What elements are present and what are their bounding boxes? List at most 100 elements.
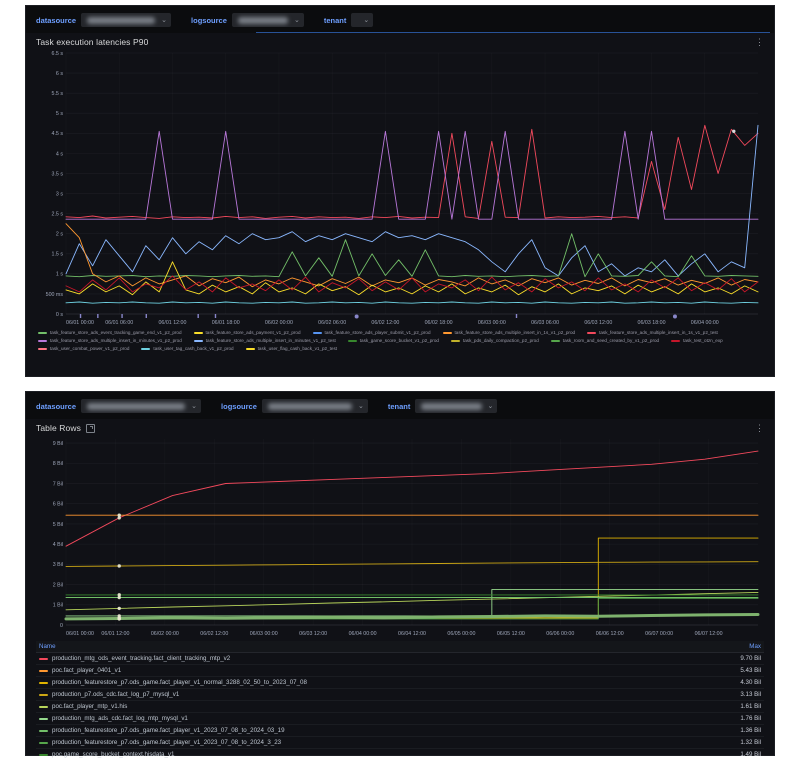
grid-lines	[65, 52, 758, 315]
series-max-value: 4.30 Bil	[740, 679, 761, 686]
table-row[interactable]: production_featurestore_p7.ods_game.fact…	[36, 677, 764, 689]
svg-text:06/01 06:00: 06/01 06:00	[105, 320, 133, 326]
legend-color-dash	[312, 331, 322, 334]
legend-color-dash	[38, 347, 47, 350]
legend-item[interactable]: task_feature_store_ads_event_tracking_ga…	[38, 330, 182, 335]
table-row[interactable]: poc.fact_player_0401_v1 5.43 Bil	[36, 665, 764, 677]
table-row[interactable]: production_mtg_ods_event_tracking.fact_c…	[36, 653, 764, 665]
table-row[interactable]: production_mtg_ads_cdc.fact_log_mtp_mysq…	[36, 713, 764, 725]
legend-item[interactable]: task_test_otzn_exp	[671, 338, 723, 343]
series-table-header: Name Max	[36, 641, 764, 653]
legend-label: task_user_flag_cash_back_v1_p2_test	[257, 346, 338, 351]
filter-label: logsource	[191, 15, 227, 25]
legend-label: task_user_tag_cash_back_v1_p2_prod	[153, 346, 234, 351]
svg-text:06/05 12:00: 06/05 12:00	[497, 631, 525, 637]
redacted-text	[87, 402, 186, 410]
divider-accent	[256, 32, 770, 33]
column-header-name[interactable]: Name	[39, 643, 56, 650]
filter-value-redacted[interactable]: ⌄	[261, 399, 368, 413]
svg-text:06/02 06:00: 06/02 06:00	[318, 320, 346, 326]
filter-value-redacted[interactable]: ⌄	[81, 399, 202, 413]
table-row[interactable]: production_p7.ods_cdc.fact_log_p7_mysql_…	[36, 689, 764, 701]
svg-text:06/04 00:00: 06/04 00:00	[691, 320, 719, 326]
legend-label: task_room_and_seed_created_by_v1_p2_prod	[562, 338, 660, 343]
svg-text:06/02 00:00: 06/02 00:00	[151, 631, 179, 637]
series-name: production_mtg_ads_cdc.fact_log_mtp_mysq…	[52, 715, 188, 722]
series-name: poc.fact_player_0401_v1	[52, 667, 122, 674]
series-max-value: 5.43 Bil	[740, 667, 761, 674]
legend-item[interactable]: task_room_and_seed_created_by_v1_p2_prod	[550, 338, 660, 343]
filter-bar: datasource ⌄ logsource ⌄ tenant ⌄	[26, 392, 774, 419]
svg-text:6.5 s: 6.5 s	[52, 51, 64, 57]
svg-text:06/04 00:00: 06/04 00:00	[349, 631, 377, 637]
table-row[interactable]: poc.game_score_bucket_context.hisdata_v1…	[36, 749, 764, 758]
panel-menu-icon[interactable]: ⋮	[755, 37, 764, 47]
legend-color-dash	[450, 339, 460, 342]
svg-text:06/07 00:00: 06/07 00:00	[645, 631, 673, 637]
svg-text:4 Bil: 4 Bil	[53, 542, 63, 548]
legend-label: task_feature_store_ads_multiple_insert_i…	[454, 330, 576, 335]
svg-text:5 s: 5 s	[56, 111, 63, 117]
legend-item[interactable]: task_feature_store_ads_multiple_insert_i…	[442, 330, 576, 335]
legend-label: task_pds_daily_compaction_p2_prod	[462, 338, 539, 343]
series-name: production_featurestore_p7.ods_game.fact…	[52, 679, 307, 686]
filter-label: tenant	[323, 15, 347, 25]
legend-label: task_user_combat_power_v1_p2_prod	[50, 346, 130, 351]
latency-chart[interactable]: 0 s 500 ms 1 s 1.5 s 2 s 2.5 s 3 s 3.5 s 4 s 4.5 …	[36, 49, 762, 327]
filter-value-redacted[interactable]: ⌄	[351, 13, 374, 27]
legend-item[interactable]: task_feature_store_ads_payment_v1_p2_pro…	[193, 330, 301, 335]
legend-item[interactable]: task_feature_store_ads_player_submit_v1_…	[312, 330, 431, 335]
panel-title: Task execution latencies P90	[36, 37, 149, 47]
chevron-down-icon: ⌄	[191, 402, 198, 410]
series-name: production_p7.ods_cdc.fact_log_p7_mysql_…	[52, 691, 180, 698]
legend-label: task_feature_store_ads_multiple_insert_i…	[599, 330, 718, 335]
svg-text:06/03 06:00: 06/03 06:00	[531, 320, 559, 326]
legend-item[interactable]: task_game_score_bucket_v1_p2_prod	[347, 338, 439, 343]
series-color-dash	[39, 741, 48, 744]
series-name: production_mtg_ods_event_tracking.fact_c…	[52, 655, 231, 662]
svg-text:06/03 12:00: 06/03 12:00	[584, 320, 612, 326]
panel-link-icon[interactable]	[85, 423, 95, 433]
svg-text:06/03 00:00: 06/03 00:00	[478, 320, 506, 326]
svg-text:06/01 12:00: 06/01 12:00	[158, 320, 186, 326]
filter-group: logsource ⌄	[221, 399, 368, 413]
filter-value-redacted[interactable]: ⌄	[231, 13, 304, 27]
filter-value-redacted[interactable]: ⌄	[415, 399, 498, 413]
legend-item[interactable]: task_user_flag_cash_back_v1_p2_test	[245, 346, 338, 351]
svg-text:3 s: 3 s	[56, 191, 63, 197]
legend-item[interactable]: task_feature_store_ads_multiple_insert_i…	[587, 330, 718, 335]
svg-text:5.5 s: 5.5 s	[52, 91, 64, 97]
y-axis-labels: 0 s 500 ms 1 s 1.5 s 2 s 2.5 s 3 s 3.5 s 4 s 4.5 …	[46, 51, 64, 318]
filter-label: datasource	[36, 15, 77, 25]
series-table: Name Max production_mtg_ods_event_tracki…	[36, 641, 764, 758]
svg-text:0 s: 0 s	[56, 312, 63, 318]
svg-text:6 Bil: 6 Bil	[53, 502, 63, 508]
series-color-dash	[39, 753, 48, 756]
table-row[interactable]: poc.fact_player_mtp_v1.his 1.61 Bil	[36, 701, 764, 713]
svg-text:2 s: 2 s	[56, 232, 63, 238]
annotation-markers	[79, 314, 677, 319]
filter-value-redacted[interactable]: ⌄	[81, 13, 172, 27]
legend-item[interactable]: task_user_tag_cash_back_v1_p2_prod	[141, 346, 234, 351]
legend-item[interactable]: task_feature_store_ads_multiple_insert_i…	[38, 338, 182, 343]
svg-text:7 Bil: 7 Bil	[53, 481, 63, 487]
filter-group: tenant ⌄	[388, 399, 498, 413]
series-line	[65, 124, 759, 219]
chevron-down-icon: ⌄	[363, 16, 370, 24]
panel-header: Task execution latencies P90 ⋮	[26, 33, 774, 49]
svg-text:1.5 s: 1.5 s	[52, 252, 64, 258]
legend-label: task_test_otzn_exp	[683, 338, 723, 343]
legend-item[interactable]: task_pds_daily_compaction_p2_prod	[450, 338, 539, 343]
column-header-max[interactable]: Max	[749, 643, 761, 650]
svg-text:5 Bil: 5 Bil	[53, 522, 63, 528]
svg-text:06/02 18:00: 06/02 18:00	[425, 320, 453, 326]
filter-label: datasource	[36, 401, 77, 411]
legend-item[interactable]: task_user_combat_power_v1_p2_prod	[38, 346, 129, 351]
table-row[interactable]: production_featurestore_p7.ods_game.fact…	[36, 725, 764, 737]
series-line	[65, 130, 759, 220]
table-row[interactable]: production_featurestore_p7.ods_game.fact…	[36, 737, 764, 749]
legend-item[interactable]: task_feature_store_ads_multiple_insert_i…	[193, 338, 336, 343]
series-name: production_featurestore_p7.ods_game.fact…	[52, 739, 282, 746]
table-rows-chart[interactable]: 0 1 Bil 2 Bil 3 Bil 4 Bil 5 Bil 6 Bil 7 Bil 8 Bi…	[36, 435, 762, 638]
panel-menu-icon[interactable]: ⋮	[755, 423, 764, 433]
